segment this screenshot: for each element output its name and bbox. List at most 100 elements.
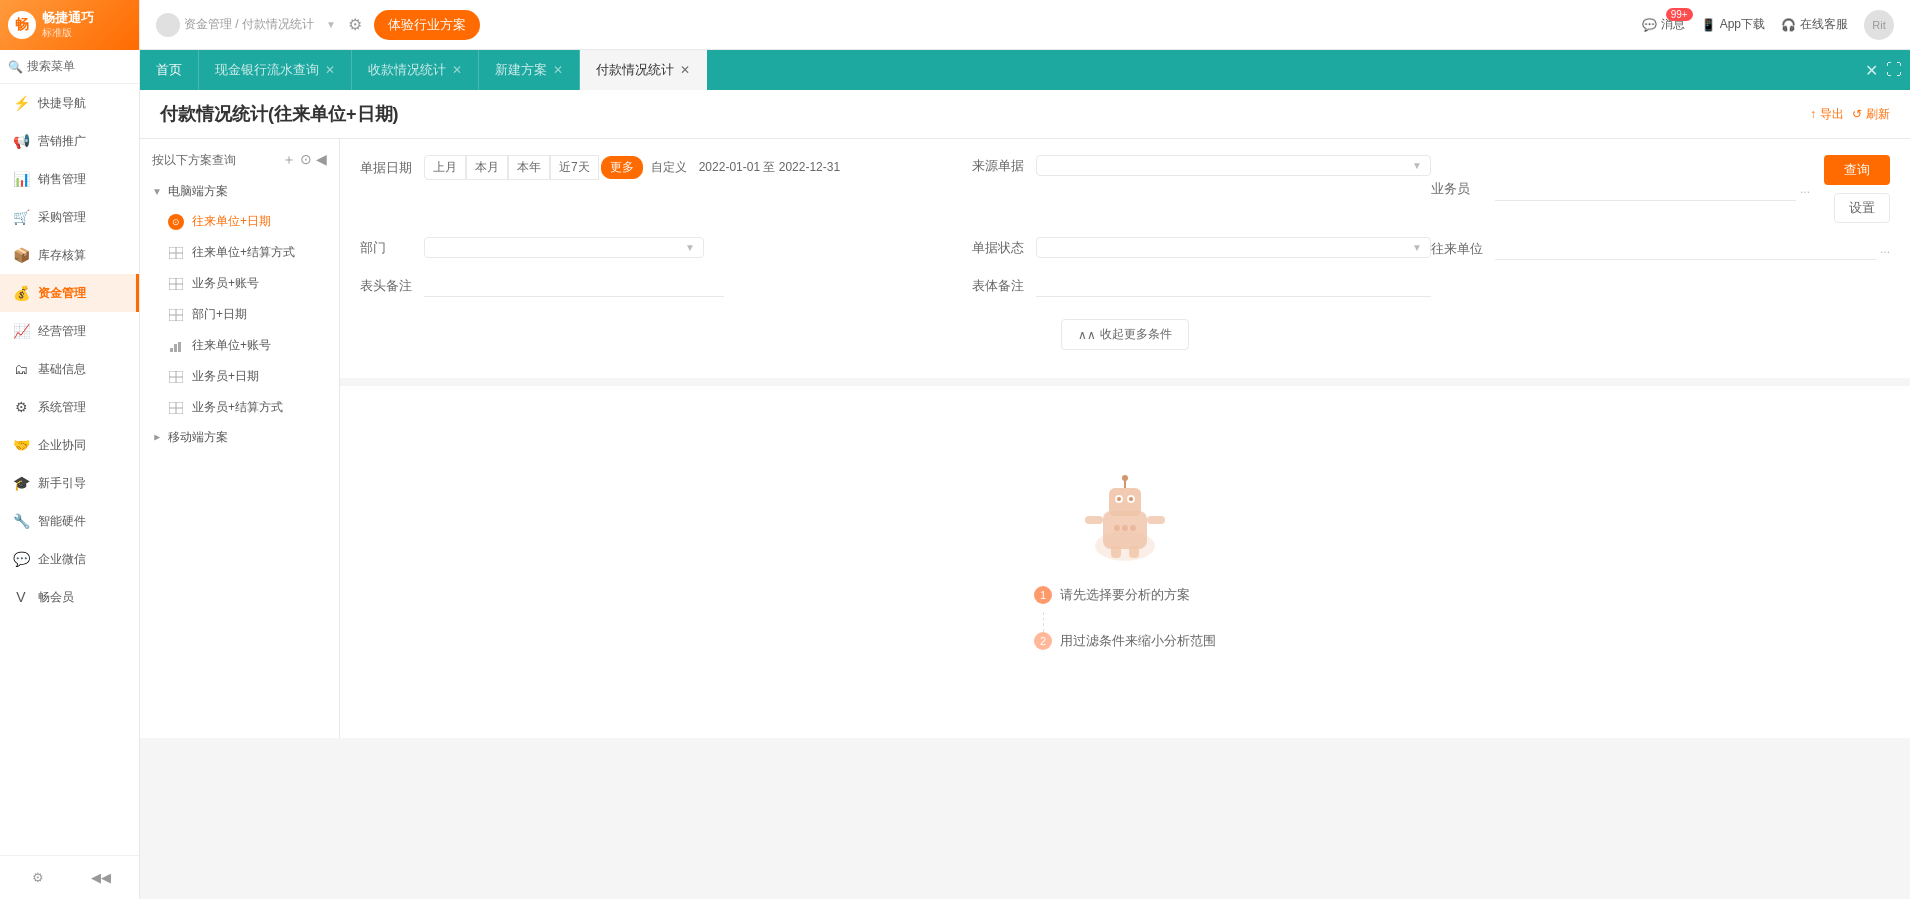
svg-point-32 bbox=[1122, 525, 1128, 531]
filter-unit-input[interactable] bbox=[1495, 237, 1876, 260]
filter-date-buttons: 上月 本月 本年 近7天 更多 自定义 2022-01-01 至 2022-12… bbox=[424, 155, 840, 180]
mobile-group-label: 移动端方案 bbox=[168, 429, 228, 446]
breadcrumb-avatar bbox=[156, 13, 180, 37]
tabbar: 首页 现金银行流水查询 ✕ 收款情况统计 ✕ 新建方案 ✕ 付款情况统计 ✕ ✕… bbox=[140, 50, 1910, 90]
sidebar-item-member[interactable]: V 畅会员 bbox=[0, 578, 139, 616]
filter-source-select[interactable]: ▼ bbox=[1036, 155, 1431, 176]
tab-new-scheme-label: 新建方案 bbox=[495, 61, 547, 79]
staff-more-btn[interactable]: ... bbox=[1800, 182, 1810, 196]
filter-head-note-input[interactable] bbox=[424, 274, 724, 297]
scheme-item-label: 业务员+账号 bbox=[192, 275, 259, 292]
sidebar-item-sales[interactable]: 📊 销售管理 bbox=[0, 160, 139, 198]
date-btn-this-year[interactable]: 本年 bbox=[508, 155, 550, 180]
sidebar-search[interactable]: 🔍 搜索菜单 bbox=[0, 50, 139, 84]
online-service-btn[interactable]: 🎧 在线客服 bbox=[1781, 16, 1848, 33]
date-btn-7days[interactable]: 近7天 bbox=[550, 155, 599, 180]
scheme-panel: 按以下方案查询 ＋ ⊙ ◀ ▼ 电脑端方案 bbox=[140, 139, 340, 738]
date-btn-this-month[interactable]: 本月 bbox=[466, 155, 508, 180]
sidebar-settings-btn[interactable]: ⚙ bbox=[8, 864, 68, 891]
sidebar-item-marketing[interactable]: 📢 营销推广 bbox=[0, 122, 139, 160]
date-btn-custom[interactable]: 自定义 bbox=[643, 156, 695, 179]
refresh-label: 刷新 bbox=[1866, 106, 1890, 123]
tab-receivable[interactable]: 收款情况统计 ✕ bbox=[352, 50, 479, 90]
sidebar-item-basic[interactable]: 🗂 基础信息 bbox=[0, 350, 139, 388]
filter-staff-item: 业务员 ... 查询 设置 bbox=[1431, 155, 1890, 223]
sidebar-subtitle: 标准版 bbox=[42, 26, 94, 40]
filter-head-note-item: 表头备注 bbox=[360, 274, 972, 297]
avatar[interactable]: Rit bbox=[1864, 10, 1894, 40]
refresh-btn[interactable]: ↺ 刷新 bbox=[1852, 106, 1890, 123]
topbar-settings-btn[interactable]: ⚙ bbox=[348, 15, 362, 34]
scheme-add-btn[interactable]: ＋ bbox=[282, 151, 296, 169]
date-btn-last-month[interactable]: 上月 bbox=[424, 155, 466, 180]
breadcrumb-dropdown-icon[interactable]: ▼ bbox=[326, 19, 336, 30]
scheme-item-unit-date[interactable]: ⊙ 往来单位+日期 bbox=[140, 206, 339, 237]
tab-close-all-btn[interactable]: ✕ bbox=[1865, 61, 1878, 80]
tab-payment[interactable]: 付款情况统计 ✕ bbox=[580, 50, 707, 90]
filter-status-item: 单据状态 ▼ bbox=[972, 237, 1431, 258]
scheme-item-unit-settle[interactable]: 往来单位+结算方式 bbox=[140, 237, 339, 268]
sidebar-item-label: 智能硬件 bbox=[38, 513, 86, 530]
hardware-icon: 🔧 bbox=[12, 512, 30, 530]
scheme-item-label: 往来单位+账号 bbox=[192, 337, 271, 354]
sidebar-item-guide[interactable]: 🎓 新手引导 bbox=[0, 464, 139, 502]
sidebar-item-label: 新手引导 bbox=[38, 475, 86, 492]
export-label: 导出 bbox=[1820, 106, 1844, 123]
filter-staff-input[interactable] bbox=[1495, 178, 1796, 201]
sidebar-item-enterprise[interactable]: 🤝 企业协同 bbox=[0, 426, 139, 464]
tab-new-scheme[interactable]: 新建方案 ✕ bbox=[479, 50, 580, 90]
scheme-group-header-mobile[interactable]: ▼ 移动端方案 bbox=[140, 423, 339, 452]
scheme-panel-label: 按以下方案查询 bbox=[152, 152, 236, 169]
scheme-item-staff-settle[interactable]: 业务员+结算方式 bbox=[140, 392, 339, 423]
scheme-group-header-pc[interactable]: ▼ 电脑端方案 bbox=[140, 177, 339, 206]
scheme-collapse-btn[interactable]: ◀ bbox=[316, 151, 327, 169]
tab-new-scheme-close[interactable]: ✕ bbox=[553, 63, 563, 77]
message-btn[interactable]: 💬 消息 99+ bbox=[1642, 16, 1685, 33]
sidebar-collapse-btn[interactable]: ◀◀ bbox=[72, 864, 132, 891]
service-icon: 🎧 bbox=[1781, 18, 1796, 32]
filter-body-note-input[interactable] bbox=[1036, 274, 1431, 297]
sidebar-item-system[interactable]: ⚙ 系统管理 bbox=[0, 388, 139, 426]
sidebar-brand: 畅捷通巧 标准版 bbox=[42, 10, 94, 40]
svg-point-31 bbox=[1114, 525, 1120, 531]
sidebar-item-label: 畅会员 bbox=[38, 589, 74, 606]
scheme-settings-btn[interactable]: ⊙ bbox=[300, 151, 312, 169]
tab-maximize-btn[interactable]: ⛶ bbox=[1886, 61, 1902, 79]
tab-payment-close[interactable]: ✕ bbox=[680, 63, 690, 77]
scheme-item-staff-date[interactable]: 业务员+日期 bbox=[140, 361, 339, 392]
tab-cashflow[interactable]: 现金银行流水查询 ✕ bbox=[199, 50, 352, 90]
filter-dept-select[interactable]: ▼ bbox=[424, 237, 704, 258]
scheme-item-dept-date[interactable]: 部门+日期 bbox=[140, 299, 339, 330]
scheme-item-label: 业务员+结算方式 bbox=[192, 399, 283, 416]
export-icon: ↑ bbox=[1810, 107, 1816, 121]
scheme-item-unit-account[interactable]: 往来单位+账号 bbox=[140, 330, 339, 361]
scheme-item-icon-staff-account bbox=[168, 276, 184, 292]
filter-status-select[interactable]: ▼ bbox=[1036, 237, 1431, 258]
date-btn-more[interactable]: 更多 bbox=[601, 156, 643, 179]
sidebar-item-finance[interactable]: 💰 资金管理 bbox=[0, 274, 139, 312]
unit-more-btn[interactable]: ... bbox=[1880, 242, 1890, 256]
page-header-actions: ↑ 导出 ↺ 刷新 bbox=[1810, 106, 1890, 123]
sidebar-item-quick-nav[interactable]: ⚡ 快捷导航 bbox=[0, 84, 139, 122]
app-download-btn[interactable]: 📱 App下载 bbox=[1701, 16, 1765, 33]
sidebar-item-operation[interactable]: 📈 经营管理 bbox=[0, 312, 139, 350]
collapse-more-btn[interactable]: ∧∧ 收起更多条件 bbox=[1061, 319, 1189, 350]
filter-settings-btn[interactable]: 设置 bbox=[1834, 193, 1890, 223]
tab-home[interactable]: 首页 bbox=[140, 50, 199, 90]
query-btn[interactable]: 查询 bbox=[1824, 155, 1890, 185]
industry-btn[interactable]: 体验行业方案 bbox=[374, 10, 480, 40]
quick-nav-icon: ⚡ bbox=[12, 94, 30, 112]
tab-cashflow-close[interactable]: ✕ bbox=[325, 63, 335, 77]
filter-actions-col: 查询 设置 bbox=[1810, 155, 1890, 223]
export-btn[interactable]: ↑ 导出 bbox=[1810, 106, 1844, 123]
sidebar-item-inventory[interactable]: 📦 库存核算 bbox=[0, 236, 139, 274]
topbar-breadcrumb: 资金管理 / 付款情况统计 bbox=[156, 13, 314, 37]
sidebar-item-purchase[interactable]: 🛒 采购管理 bbox=[0, 198, 139, 236]
scheme-item-staff-account[interactable]: 业务员+账号 bbox=[140, 268, 339, 299]
sidebar-item-wechat[interactable]: 💬 企业微信 bbox=[0, 540, 139, 578]
scheme-item-icon-unit-date: ⊙ bbox=[168, 214, 184, 230]
scheme-group-pc: ▼ 电脑端方案 ⊙ 往来单位+日期 bbox=[140, 177, 339, 423]
logo-icon: 畅 bbox=[8, 11, 36, 39]
sidebar-item-hardware[interactable]: 🔧 智能硬件 bbox=[0, 502, 139, 540]
tab-receivable-close[interactable]: ✕ bbox=[452, 63, 462, 77]
